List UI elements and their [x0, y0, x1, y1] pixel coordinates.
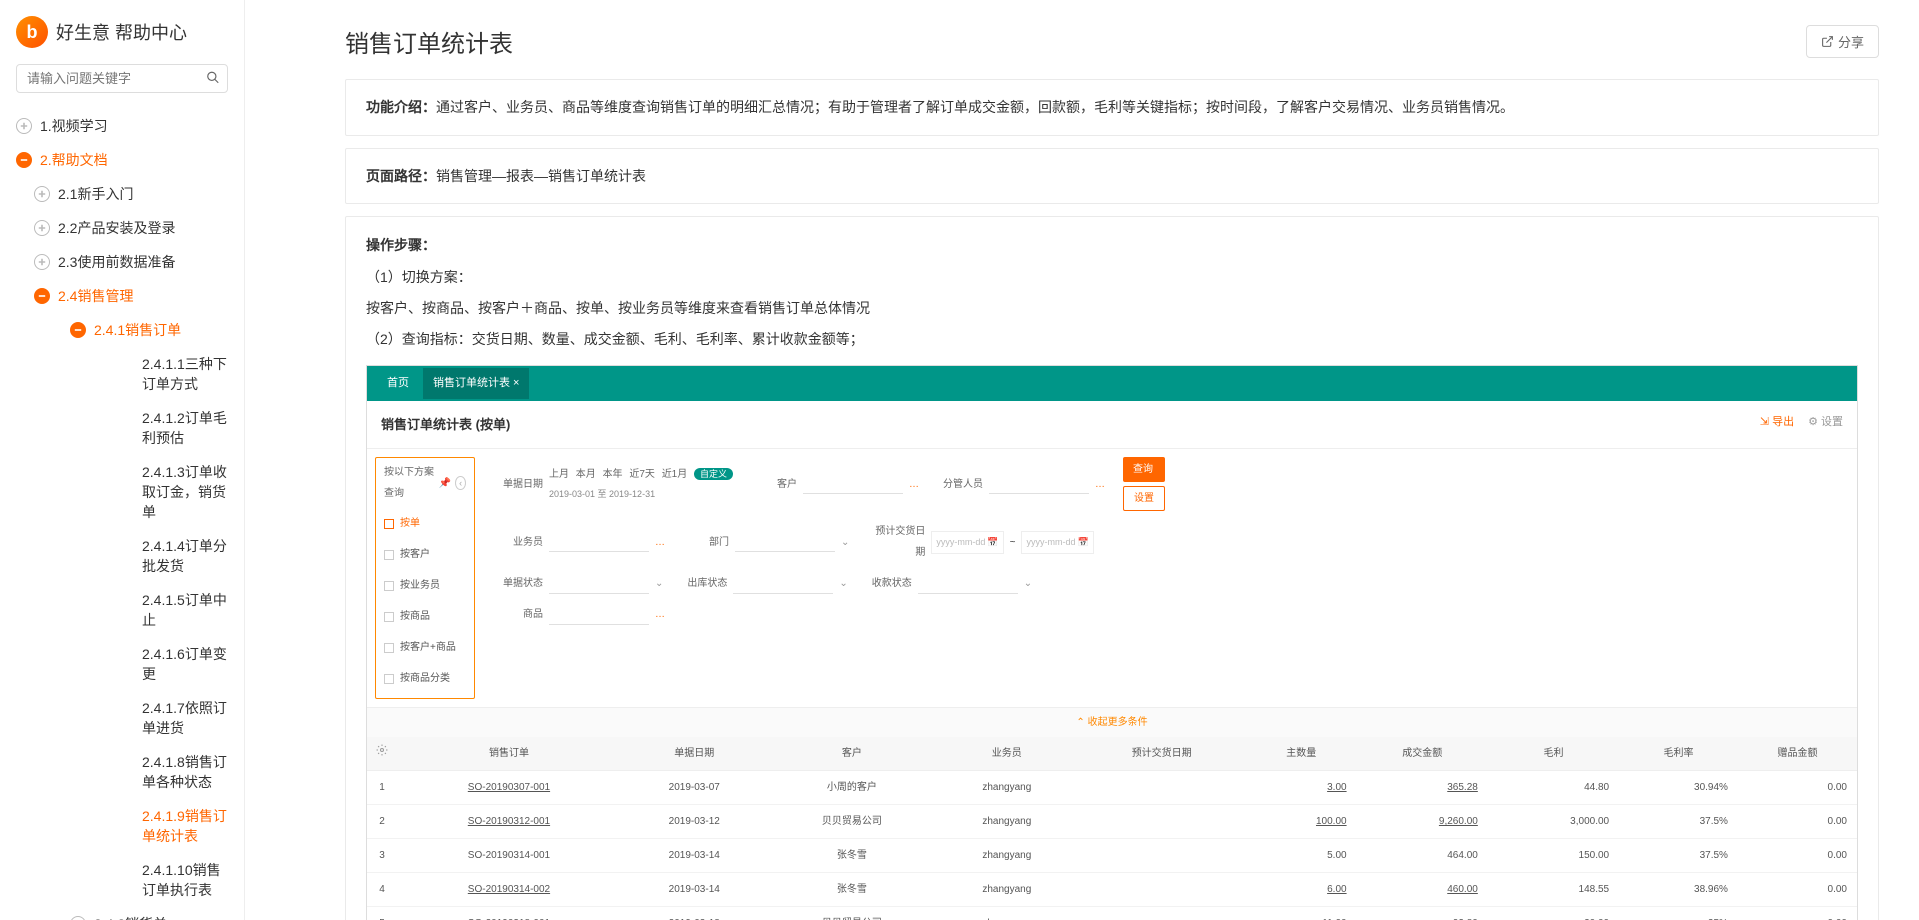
nav-2-2[interactable]: 2.2产品安装及登录: [34, 211, 228, 245]
step1-text: 按客户、按商品、按客户＋商品、按单、按业务员等维度来查看销售订单总体情况: [366, 294, 1858, 323]
nav-leaf[interactable]: 2.4.1.3订单收取订金，销货单: [142, 455, 228, 529]
scheme-item: 按商品: [376, 601, 474, 632]
page-title: 销售订单统计表: [345, 24, 513, 59]
nav-leaf[interactable]: 2.4.1.4订单分批发货: [142, 529, 228, 583]
gear-icon: [376, 744, 388, 756]
scheme-item: 按商品分类: [376, 663, 474, 694]
search-input[interactable]: [16, 64, 228, 93]
setting-link: ⚙ 设置: [1808, 411, 1843, 438]
intro-card: 功能介绍：通过客户、业务员、商品等维度查询销售订单的明细汇总情况；有助于管理者了…: [345, 79, 1879, 136]
scheme-item: 按单: [376, 508, 474, 539]
img-tabbar: 首页 销售订单统计表 ×: [367, 366, 1857, 401]
path-card: 页面路径：销售管理—报表—销售订单统计表: [345, 148, 1879, 205]
scheme-item: 按业务员: [376, 570, 474, 601]
nav-leaf[interactable]: 2.4.1.10销售订单执行表: [142, 853, 228, 907]
plus-icon: [34, 254, 50, 270]
plus-icon: [34, 220, 50, 236]
nav-leaf[interactable]: 2.4.1.2订单毛利预估: [142, 401, 228, 455]
brand-logo: b: [16, 16, 48, 48]
nav-leaf[interactable]: 2.4.1.1三种下订单方式: [142, 347, 228, 401]
plus-icon: [34, 186, 50, 202]
chevron-left-icon: ‹: [455, 476, 466, 490]
img-tab-home: 首页: [377, 368, 419, 399]
nav-2-4-2[interactable]: 2.4.2销货单: [70, 907, 228, 920]
pin-icon: 📌: [439, 473, 451, 494]
nav-2-4[interactable]: 2.4销售管理: [34, 279, 228, 313]
nav-leaf-current[interactable]: 2.4.1.9销售订单统计表: [142, 799, 228, 853]
img-tab-stat: 销售订单统计表 ×: [423, 368, 529, 399]
share-icon: [1821, 35, 1834, 48]
sidebar: b 好生意 帮助中心 1.视频学习 2.帮助文档 2.1新手入门 2.2产品安装…: [0, 0, 245, 920]
steps-block: 操作步骤： （1）切换方案： 按客户、按商品、按客户＋商品、按单、按业务员等维度…: [345, 216, 1879, 920]
nav-2-3[interactable]: 2.3使用前数据准备: [34, 245, 228, 279]
img-title: 销售订单统计表 (按单): [381, 411, 510, 438]
path-text: 销售管理—报表—销售订单统计表: [436, 168, 646, 184]
plus-icon: [70, 916, 86, 920]
share-button[interactable]: 分享: [1806, 25, 1879, 58]
screenshot-1: 首页 销售订单统计表 × 销售订单统计表 (按单) ⇲ 导出 ⚙ 设置 按以下方…: [366, 365, 1858, 920]
nav-leaf[interactable]: 2.4.1.7依照订单进货: [142, 691, 228, 745]
nav-2-4-1[interactable]: 2.4.1销售订单: [70, 313, 228, 347]
brand-title: 好生意 帮助中心: [56, 19, 187, 45]
search-icon[interactable]: [206, 70, 220, 87]
step2-text: （2）查询指标：交货日期、数量、成交金额、毛利、毛利率、累计收款金额等；: [366, 325, 1858, 354]
nav-tree: 1.视频学习 2.帮助文档 2.1新手入门 2.2产品安装及登录 2.3使用前数…: [16, 109, 228, 920]
scheme-panel: 按以下方案查询📌‹ 按单 按客户 按业务员 按商品 按客户+商品 按商品分类: [375, 457, 475, 699]
plus-icon: [16, 118, 32, 134]
steps-title: 操作步骤：: [366, 231, 1858, 260]
data-table: 销售订单单据日期客户业务员预计交货日期主数量成交金额毛利毛利率赠品金额 1SO-…: [367, 737, 1857, 920]
brand: b 好生意 帮助中心: [16, 16, 228, 48]
minus-icon: [34, 288, 50, 304]
search-box: [16, 64, 228, 93]
nav-item-docs[interactable]: 2.帮助文档: [16, 143, 228, 177]
main-content: 销售订单统计表 分享 功能介绍：通过客户、业务员、商品等维度查询销售订单的明细汇…: [245, 0, 1919, 920]
intro-label: 功能介绍：: [366, 99, 436, 115]
step1-label: （1）切换方案：: [366, 263, 1858, 292]
minus-icon: [16, 152, 32, 168]
collapse-bar: ⌃ 收起更多条件: [367, 707, 1857, 737]
intro-text: 通过客户、业务员、商品等维度查询销售订单的明细汇总情况；有助于管理者了解订单成交…: [436, 99, 1514, 115]
filter-panel: 单据日期 上月 本月 本年 近7天 近1月 自定义: [483, 449, 1857, 707]
export-link: ⇲ 导出: [1760, 411, 1794, 438]
nav-item-video[interactable]: 1.视频学习: [16, 109, 228, 143]
nav-leaf[interactable]: 2.4.1.5订单中止: [142, 583, 228, 637]
scheme-item: 按客户: [376, 539, 474, 570]
scheme-item: 按客户+商品: [376, 632, 474, 663]
path-label: 页面路径：: [366, 168, 436, 184]
nav-leaf[interactable]: 2.4.1.6订单变更: [142, 637, 228, 691]
minus-icon: [70, 322, 86, 338]
nav-leaf[interactable]: 2.4.1.8销售订单各种状态: [142, 745, 228, 799]
nav-2-1[interactable]: 2.1新手入门: [34, 177, 228, 211]
